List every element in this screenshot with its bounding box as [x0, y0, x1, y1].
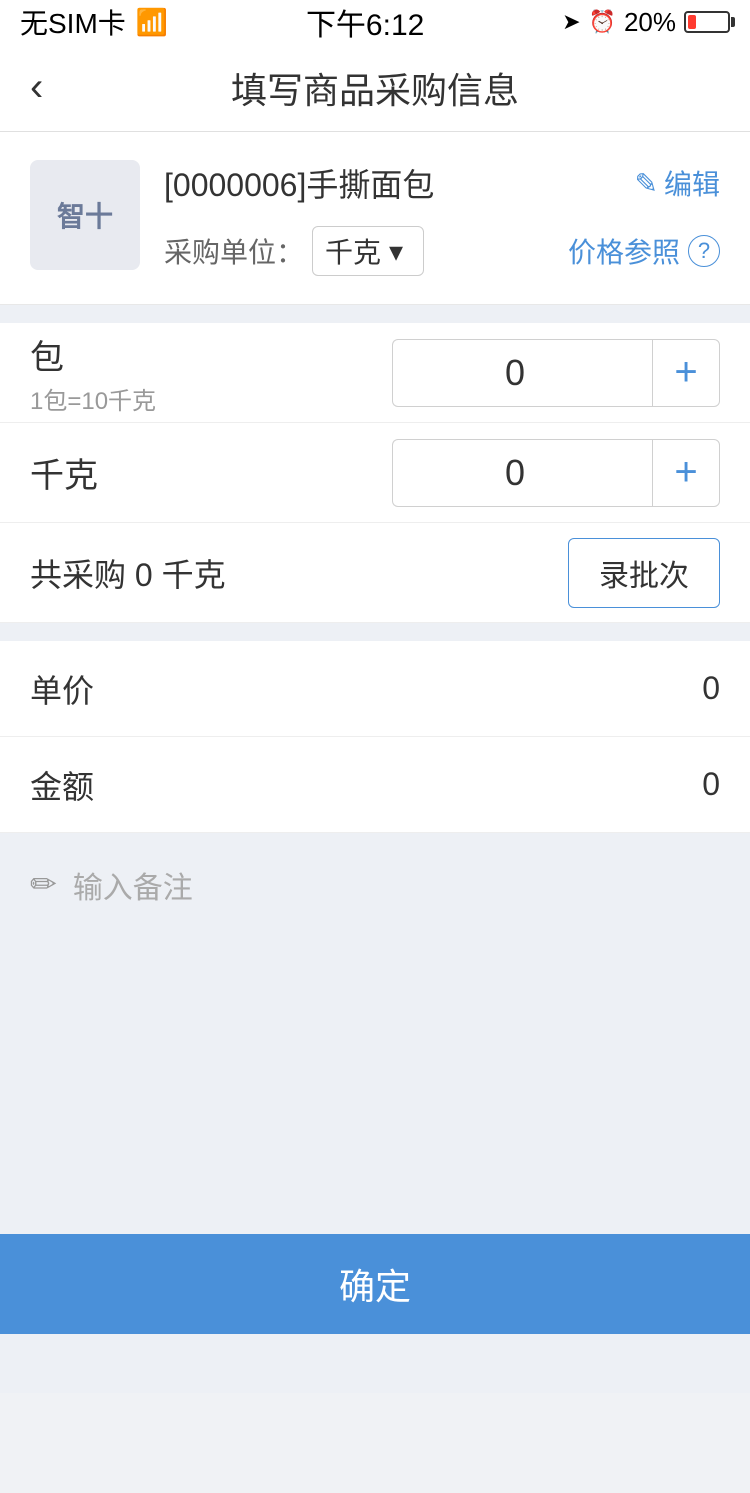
info-section: 单价 0 金额 0 — [0, 641, 750, 833]
bottom-spacer — [0, 1393, 750, 1493]
kg-qty-input[interactable] — [392, 439, 652, 507]
edit-icon: ✎ — [635, 167, 658, 200]
location-icon: ➤ — [562, 9, 580, 35]
amount-row: 金额 0 — [0, 737, 750, 833]
kg-input-right: + — [170, 439, 720, 507]
note-icon: ✏ — [30, 865, 57, 903]
product-card: 智十 [0000006]手撕面包 ✎ 编辑 采购单位： 千克 ▾ 价格参照 ? — [0, 132, 750, 305]
price-ref-label: 价格参照 — [568, 231, 680, 271]
unit-price-row: 单价 0 — [0, 641, 750, 737]
note-placeholder: 输入备注 — [73, 863, 193, 907]
carrier-label: 无SIM卡 — [20, 2, 126, 42]
wifi-icon: 📶 — [136, 7, 168, 38]
kg-label: 千克 — [30, 448, 170, 497]
unit-label: 采购单位： — [164, 231, 304, 271]
dropdown-icon: ▾ — [389, 235, 403, 268]
price-ref-help-icon: ? — [688, 235, 720, 267]
package-sub-label: 1包=10千克 — [30, 381, 170, 416]
product-info: [0000006]手撕面包 ✎ 编辑 采购单位： 千克 ▾ 价格参照 ? — [164, 160, 720, 276]
price-ref-button[interactable]: 价格参照 ? — [568, 231, 720, 271]
product-unit-row: 采购单位： 千克 ▾ 价格参照 ? — [164, 226, 720, 276]
section-separator-2 — [0, 623, 750, 641]
content-background — [0, 1033, 750, 1393]
product-header: [0000006]手撕面包 ✎ 编辑 — [164, 160, 720, 206]
batch-button[interactable]: 录批次 — [568, 538, 720, 608]
unit-price-value: 0 — [702, 670, 720, 707]
package-label-group: 包 1包=10千克 — [30, 330, 170, 416]
section-separator-1 — [0, 305, 750, 323]
package-label: 包 — [30, 330, 170, 379]
edit-label: 编辑 — [664, 163, 720, 203]
amount-label: 金额 — [30, 762, 94, 808]
unit-value: 千克 — [325, 231, 381, 271]
product-name: [0000006]手撕面包 — [164, 160, 434, 206]
kg-label-group: 千克 — [30, 448, 170, 497]
package-input-right: + — [170, 339, 720, 407]
confirm-bar[interactable]: 确定 — [0, 1234, 750, 1334]
kg-input-row: 千克 + — [0, 423, 750, 523]
back-button[interactable]: ‹ — [30, 65, 43, 110]
unit-price-label: 单价 — [30, 666, 94, 712]
kg-plus-button[interactable]: + — [652, 439, 720, 507]
status-bar: 无SIM卡 📶 下午6:12 ➤ ⏰ 20% — [0, 0, 750, 44]
package-input-row: 包 1包=10千克 + — [0, 323, 750, 423]
package-plus-button[interactable]: + — [652, 339, 720, 407]
product-image: 智十 — [30, 160, 140, 270]
total-row: 共采购 0 千克 录批次 — [0, 523, 750, 623]
total-text: 共采购 0 千克 — [30, 550, 226, 596]
input-section: 包 1包=10千克 + 千克 + 共采购 0 千克 录批次 — [0, 323, 750, 623]
nav-bar: ‹ 填写商品采购信息 — [0, 44, 750, 132]
package-qty-input[interactable] — [392, 339, 652, 407]
amount-value: 0 — [702, 766, 720, 803]
product-logo-text: 智十 — [57, 195, 113, 235]
battery-percent: 20% — [624, 7, 676, 38]
status-right: ➤ ⏰ 20% — [562, 7, 730, 38]
page-title: 填写商品采购信息 — [231, 62, 519, 114]
edit-button[interactable]: ✎ 编辑 — [635, 163, 720, 203]
note-section[interactable]: ✏ 输入备注 — [0, 833, 750, 1033]
battery-icon — [684, 11, 730, 33]
unit-select[interactable]: 千克 ▾ — [312, 226, 424, 276]
time-label: 下午6:12 — [306, 0, 424, 44]
clock-icon: ⏰ — [589, 9, 616, 35]
status-left: 无SIM卡 📶 — [20, 2, 168, 42]
confirm-button-label: 确定 — [339, 1258, 411, 1310]
